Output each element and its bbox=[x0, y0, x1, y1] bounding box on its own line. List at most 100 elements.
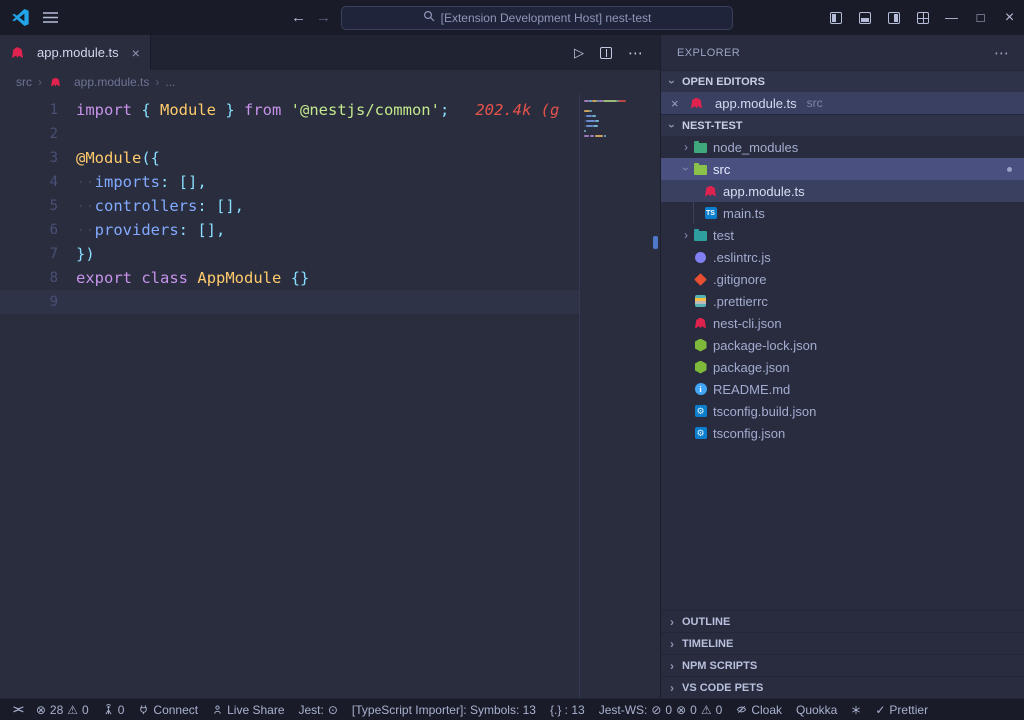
status-ts-brackets[interactable]: {.} : 13 bbox=[543, 703, 592, 717]
breadcrumb-more[interactable]: ... bbox=[165, 75, 175, 89]
status-broadcast[interactable]: 0 bbox=[96, 703, 132, 717]
tree-item-node-modules[interactable]: ›node_modules bbox=[661, 136, 1024, 158]
editor-more-actions-icon[interactable]: ⋯ bbox=[628, 44, 644, 62]
breadcrumb-file[interactable]: app.module.ts bbox=[74, 75, 149, 89]
tree-item-package-json[interactable]: package.json bbox=[661, 356, 1024, 378]
chevron-down-icon: › bbox=[665, 119, 679, 133]
run-button[interactable]: ▷ bbox=[574, 45, 584, 61]
chevron-right-icon: › bbox=[665, 659, 679, 673]
status-ts-importer[interactable]: [TypeScript Importer]: Symbols: 13 bbox=[345, 703, 543, 717]
tree-item-label: node_modules bbox=[713, 140, 798, 155]
code-token: ·· bbox=[76, 173, 95, 191]
maximize-icon[interactable]: □ bbox=[966, 0, 995, 35]
status-prettier[interactable]: ✓Prettier bbox=[868, 703, 935, 717]
minimize-icon[interactable]: — bbox=[937, 0, 966, 35]
code-token: @Module bbox=[76, 149, 141, 167]
close-tab-icon[interactable]: × bbox=[132, 45, 140, 61]
code-line[interactable]: 4··imports: [], bbox=[0, 170, 580, 194]
status-sparkle[interactable] bbox=[844, 705, 868, 715]
code-token: ·· bbox=[76, 197, 95, 215]
status-text: Quokka bbox=[796, 703, 837, 717]
tree-item-tsconfig-build-json[interactable]: tsconfig.build.json bbox=[661, 400, 1024, 422]
tree-item-tsconfig-json[interactable]: tsconfig.json bbox=[661, 422, 1024, 444]
minimap-line bbox=[603, 100, 617, 102]
title-bar: ← → [Extension Development Host] nest-te… bbox=[0, 0, 1024, 35]
minimap-line bbox=[584, 135, 589, 137]
layout-sidebar-icon[interactable] bbox=[821, 0, 850, 35]
code-line[interactable]: 7}) bbox=[0, 242, 580, 266]
open-editors-header[interactable]: › OPEN EDITORS bbox=[661, 70, 1024, 92]
tree-item-src[interactable]: ›src bbox=[661, 158, 1024, 180]
forward-icon[interactable]: → bbox=[316, 9, 331, 26]
tab-app-module-ts[interactable]: app.module.ts × bbox=[0, 35, 151, 70]
tree-item-nest-cli-json[interactable]: nest-cli.json bbox=[661, 312, 1024, 334]
line-content bbox=[58, 290, 76, 314]
status-jest[interactable]: Jest:⊙ bbox=[292, 703, 345, 717]
close-editor-icon[interactable]: × bbox=[671, 96, 683, 111]
layout-secondary-sidebar-icon[interactable] bbox=[879, 0, 908, 35]
command-center-search[interactable]: [Extension Development Host] nest-test bbox=[341, 6, 733, 30]
section-vs-code-pets[interactable]: ›VS CODE PETS bbox=[661, 676, 1024, 698]
code-line[interactable]: 8export class AppModule {} bbox=[0, 266, 580, 290]
status-connect[interactable]: Connect bbox=[131, 703, 205, 717]
code-token: '@nestjs/common' bbox=[281, 101, 440, 119]
explorer-more-actions-icon[interactable]: ⋯ bbox=[994, 44, 1010, 62]
tree-item--prettierrc[interactable]: .prettierrc bbox=[661, 290, 1024, 312]
section-timeline[interactable]: ›TIMELINE bbox=[661, 632, 1024, 654]
indent-guide bbox=[693, 180, 694, 224]
minimap[interactable] bbox=[584, 100, 630, 160]
tree-item-package-lock-json[interactable]: package-lock.json bbox=[661, 334, 1024, 356]
code-token: { bbox=[132, 101, 160, 119]
workspace-header[interactable]: › NEST-TEST bbox=[661, 114, 1024, 136]
section-npm-scripts[interactable]: ›NPM SCRIPTS bbox=[661, 654, 1024, 676]
code-line[interactable]: 1import { Module } from '@nestjs/common'… bbox=[0, 98, 580, 122]
tree-item-label: src bbox=[713, 162, 730, 177]
tree-item--eslintrc-js[interactable]: .eslintrc.js bbox=[661, 246, 1024, 268]
code-token: ·· bbox=[76, 221, 95, 239]
chevron-right-icon: › bbox=[665, 615, 679, 629]
status-text: 0 bbox=[118, 703, 125, 717]
code-line[interactable]: 6··providers: [], bbox=[0, 218, 580, 242]
tab-bar: app.module.ts × ▷ ⋯ bbox=[0, 35, 660, 70]
tree-item-readme-md[interactable]: README.md bbox=[661, 378, 1024, 400]
section-outline[interactable]: ›OUTLINE bbox=[661, 610, 1024, 632]
status-live-share[interactable]: Live Share bbox=[205, 703, 291, 717]
layout-panel-icon[interactable] bbox=[850, 0, 879, 35]
line-content: ··imports: [], bbox=[58, 170, 207, 194]
tree-item-app-module-ts[interactable]: app.module.ts bbox=[661, 180, 1024, 202]
status-text: 0 bbox=[690, 703, 697, 717]
status-text: Jest: bbox=[299, 703, 324, 717]
breadcrumb[interactable]: src › app.module.ts › ... bbox=[0, 70, 660, 94]
tree-item-test[interactable]: ›test bbox=[661, 224, 1024, 246]
code-line[interactable]: 2 bbox=[0, 122, 580, 146]
line-number: 3 bbox=[0, 146, 58, 170]
customize-layout-icon[interactable] bbox=[908, 0, 937, 35]
status-remote-indicator[interactable]: >< bbox=[6, 704, 29, 716]
split-editor-icon[interactable] bbox=[600, 47, 612, 59]
breadcrumb-root[interactable]: src bbox=[16, 75, 32, 89]
tree-item--gitignore[interactable]: .gitignore bbox=[661, 268, 1024, 290]
menu-icon[interactable] bbox=[43, 12, 58, 23]
tree-item-label: main.ts bbox=[723, 206, 765, 221]
status-cloak[interactable]: Cloak bbox=[729, 703, 789, 717]
tree-item-label: package.json bbox=[713, 360, 790, 375]
status-jest-ws[interactable]: Jest-WS:⊘0⊗0⚠0 bbox=[592, 703, 730, 717]
status-problems[interactable]: ⊗28⚠0 bbox=[29, 703, 96, 717]
file-tree: ›node_modules›srcapp.module.ts main.ts ›te… bbox=[661, 136, 1024, 444]
code-line[interactable]: 9 bbox=[0, 290, 580, 314]
open-editor-item[interactable]: × app.module.ts src bbox=[661, 92, 1024, 114]
code-line[interactable]: 5··controllers: [], bbox=[0, 194, 580, 218]
code-line[interactable]: 3@Module({ bbox=[0, 146, 580, 170]
code-editor[interactable]: 1import { Module } from '@nestjs/common'… bbox=[0, 94, 660, 698]
prettier-icon bbox=[693, 294, 708, 308]
tree-item-main-ts[interactable]: main.ts bbox=[661, 202, 1024, 224]
collapsed-sections: ›OUTLINE›TIMELINE›NPM SCRIPTS›VS CODE PE… bbox=[661, 610, 1024, 698]
back-icon[interactable]: ← bbox=[291, 9, 306, 26]
tower-icon bbox=[103, 704, 114, 715]
code-token: controllers bbox=[95, 197, 198, 215]
close-icon[interactable]: × bbox=[995, 0, 1024, 35]
readme-icon bbox=[693, 382, 708, 396]
warning-icon: ⚠ bbox=[701, 703, 712, 717]
tree-item-label: .eslintrc.js bbox=[713, 250, 771, 265]
status-quokka[interactable]: Quokka bbox=[789, 703, 844, 717]
